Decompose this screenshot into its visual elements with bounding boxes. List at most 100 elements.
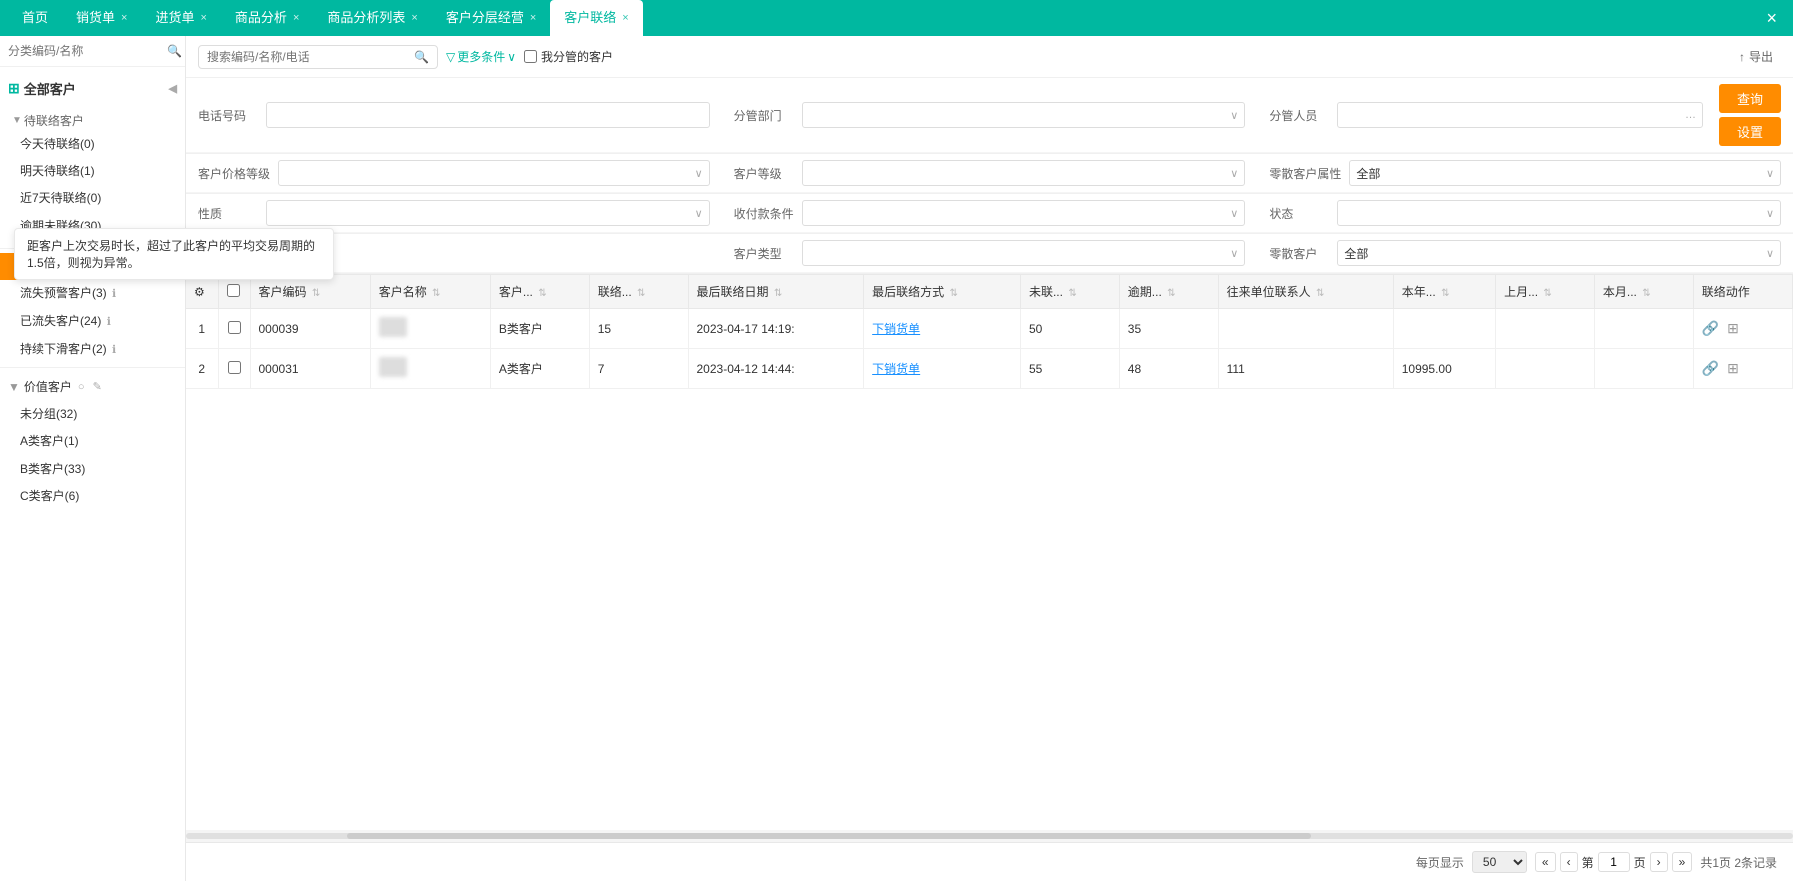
scatter-attr-select[interactable]: 全部 ∨	[1349, 160, 1781, 186]
dept-select[interactable]: ∨	[802, 102, 1246, 128]
close-analysis-list-icon[interactable]: ×	[411, 0, 417, 36]
contact-sort-icon[interactable]: ⇅	[637, 288, 645, 299]
sidebar-item-continuous-down[interactable]: 持续下滑客户(2) ℹ	[0, 336, 185, 364]
unit-contact-sort-icon[interactable]: ⇅	[1316, 288, 1324, 299]
pending-section-title[interactable]: ▼ 待联络客户	[0, 108, 185, 131]
sidebar-search-input[interactable]	[8, 44, 163, 58]
sidebar-all-customers[interactable]: ⊞ 全部客户 ◀	[0, 73, 185, 104]
last-month-sort-icon[interactable]: ⇅	[1543, 288, 1551, 299]
prev-page-btn[interactable]: ‹	[1560, 852, 1578, 872]
last-date-sort-icon[interactable]: ⇅	[774, 288, 782, 299]
row-checkbox-1[interactable]	[218, 309, 250, 349]
nav-item-purchase[interactable]: 进货单 ×	[141, 0, 220, 36]
checkbox-header[interactable]	[218, 275, 250, 309]
row-1-grid-icon[interactable]: ⊞	[1727, 320, 1739, 337]
close-customer-tier-icon[interactable]: ×	[530, 0, 536, 36]
last-method-sort-icon[interactable]: ⇅	[950, 288, 958, 299]
filter-cell-payment: 收付款条件 ∨	[722, 194, 1258, 233]
export-button[interactable]: ↑ 导出	[1731, 44, 1781, 69]
sidebar-item-loss-preview[interactable]: 流失预警客户(3) ℹ	[0, 280, 185, 308]
row-checkbox-2[interactable]	[218, 349, 250, 389]
value-group-edit-icon[interactable]: ✎	[93, 380, 102, 393]
close-customer-contact-icon[interactable]: ×	[622, 0, 628, 36]
collapse-sidebar-icon[interactable]: ◀	[169, 82, 177, 95]
settings-button[interactable]: 设置	[1719, 117, 1781, 146]
phone-input[interactable]	[266, 102, 710, 128]
payment-select[interactable]: ∨	[802, 200, 1246, 226]
sidebar-item-classC[interactable]: C类客户(6)	[0, 483, 185, 510]
row-2-last-method: 下销货单	[864, 349, 1021, 389]
row-1-unit-contact	[1218, 309, 1393, 349]
nav-item-home[interactable]: 首页	[8, 0, 62, 36]
nav-item-analysis[interactable]: 商品分析 ×	[221, 0, 313, 36]
sidebar-item-7days[interactable]: 近7天待联络(0)	[0, 185, 185, 212]
horizontal-scrollbar[interactable]	[186, 830, 1793, 842]
already-lost-info-icon[interactable]: ℹ	[107, 316, 111, 328]
query-button[interactable]: 查询	[1719, 84, 1781, 113]
continuous-down-info-icon[interactable]: ℹ	[112, 344, 116, 356]
scroll-thumb[interactable]	[347, 833, 1311, 839]
row-1-checkbox[interactable]	[228, 321, 241, 334]
status-label: 状态	[1269, 205, 1329, 222]
sidebar-value-group-header[interactable]: ▼ 价值客户 ○ ✎	[0, 372, 185, 401]
page-size-select[interactable]: 50 20 100	[1472, 851, 1527, 873]
scatter-customer-select[interactable]: 全部 ∨	[1337, 240, 1781, 266]
filter-search-input[interactable]	[207, 50, 410, 64]
last-page-btn[interactable]: »	[1672, 852, 1693, 872]
overdue-sort-icon[interactable]: ⇅	[1167, 288, 1175, 299]
sidebar-item-already-lost[interactable]: 已流失客户(24) ℹ	[0, 308, 185, 336]
customer-type-sort-icon[interactable]: ⇅	[538, 288, 546, 299]
manager-select[interactable]: …	[1337, 102, 1703, 128]
status-select[interactable]: ∨	[1337, 200, 1781, 226]
current-month-sort-icon[interactable]: ⇅	[1642, 288, 1650, 299]
row-1-customer-type: B类客户	[490, 309, 589, 349]
row-2-method-link[interactable]: 下销货单	[872, 362, 920, 376]
sidebar-item-tomorrow[interactable]: 明天待联络(1)	[0, 158, 185, 185]
settings-gear-header[interactable]: ⚙	[186, 275, 218, 309]
my-customer-checkbox[interactable]	[524, 50, 537, 63]
export-icon: ↑	[1739, 50, 1745, 64]
price-grade-select[interactable]: ∨	[278, 160, 710, 186]
close-sales-icon[interactable]: ×	[121, 0, 127, 36]
next-page-btn[interactable]: ›	[1650, 852, 1668, 872]
nav-item-customer-contact[interactable]: 客户联络 ×	[550, 0, 642, 36]
filter-cell-price-grade: 客户价格等级 ∨	[186, 154, 722, 193]
filter-search-icon[interactable]: 🔍	[414, 50, 429, 64]
name-sort-icon[interactable]: ⇅	[432, 288, 440, 299]
row-1-link-icon[interactable]: 🔗	[1702, 320, 1719, 337]
current-year-sort-icon[interactable]: ⇅	[1441, 288, 1449, 299]
row-2-grid-icon[interactable]: ⊞	[1727, 360, 1739, 377]
row-2-link-icon[interactable]: 🔗	[1702, 360, 1719, 377]
sidebar-item-classA[interactable]: A类客户(1)	[0, 428, 185, 455]
sidebar-search-icon[interactable]: 🔍	[167, 44, 182, 58]
close-analysis-icon[interactable]: ×	[293, 0, 299, 36]
more-conditions-btn[interactable]: ▽ 更多条件 ∨	[446, 48, 516, 65]
page-number-input[interactable]	[1598, 852, 1630, 872]
col-current-year: 本年... ⇅	[1393, 275, 1495, 309]
nav-item-sales[interactable]: 销货单 ×	[62, 0, 141, 36]
nav-item-customer-tier[interactable]: 客户分层经营 ×	[432, 0, 550, 36]
customer-type-select[interactable]: ∨	[802, 240, 1246, 266]
sidebar-item-today[interactable]: 今天待联络(0)	[0, 131, 185, 158]
select-all-checkbox[interactable]	[227, 284, 240, 297]
my-customer-filter[interactable]: 我分管的客户	[524, 48, 613, 65]
row-2-unit-contact: 111	[1218, 349, 1393, 389]
filter-cell-status: 状态 ∨	[1257, 194, 1793, 233]
row-1-method-link[interactable]: 下销货单	[872, 322, 920, 336]
sidebar-item-classB[interactable]: B类客户(33)	[0, 456, 185, 483]
nav-item-analysis-list[interactable]: 商品分析列表 ×	[313, 0, 431, 36]
customer-grade-select[interactable]: ∨	[802, 160, 1246, 186]
row-1-name	[370, 309, 490, 349]
nature-select[interactable]: ∨	[266, 200, 710, 226]
row-2-avatar	[379, 357, 407, 377]
row-1-current-year	[1393, 309, 1495, 349]
first-page-btn[interactable]: «	[1535, 852, 1556, 872]
customer-type-label: 客户类型	[734, 245, 794, 262]
code-sort-icon[interactable]: ⇅	[312, 288, 320, 299]
close-purchase-icon[interactable]: ×	[200, 0, 206, 36]
row-2-checkbox[interactable]	[228, 361, 241, 374]
window-close-button[interactable]: ×	[1758, 8, 1785, 29]
sidebar-item-ungrouped[interactable]: 未分组(32)	[0, 401, 185, 428]
loss-preview-info-icon[interactable]: ℹ	[112, 288, 116, 300]
unlink-sort-icon[interactable]: ⇅	[1068, 288, 1076, 299]
